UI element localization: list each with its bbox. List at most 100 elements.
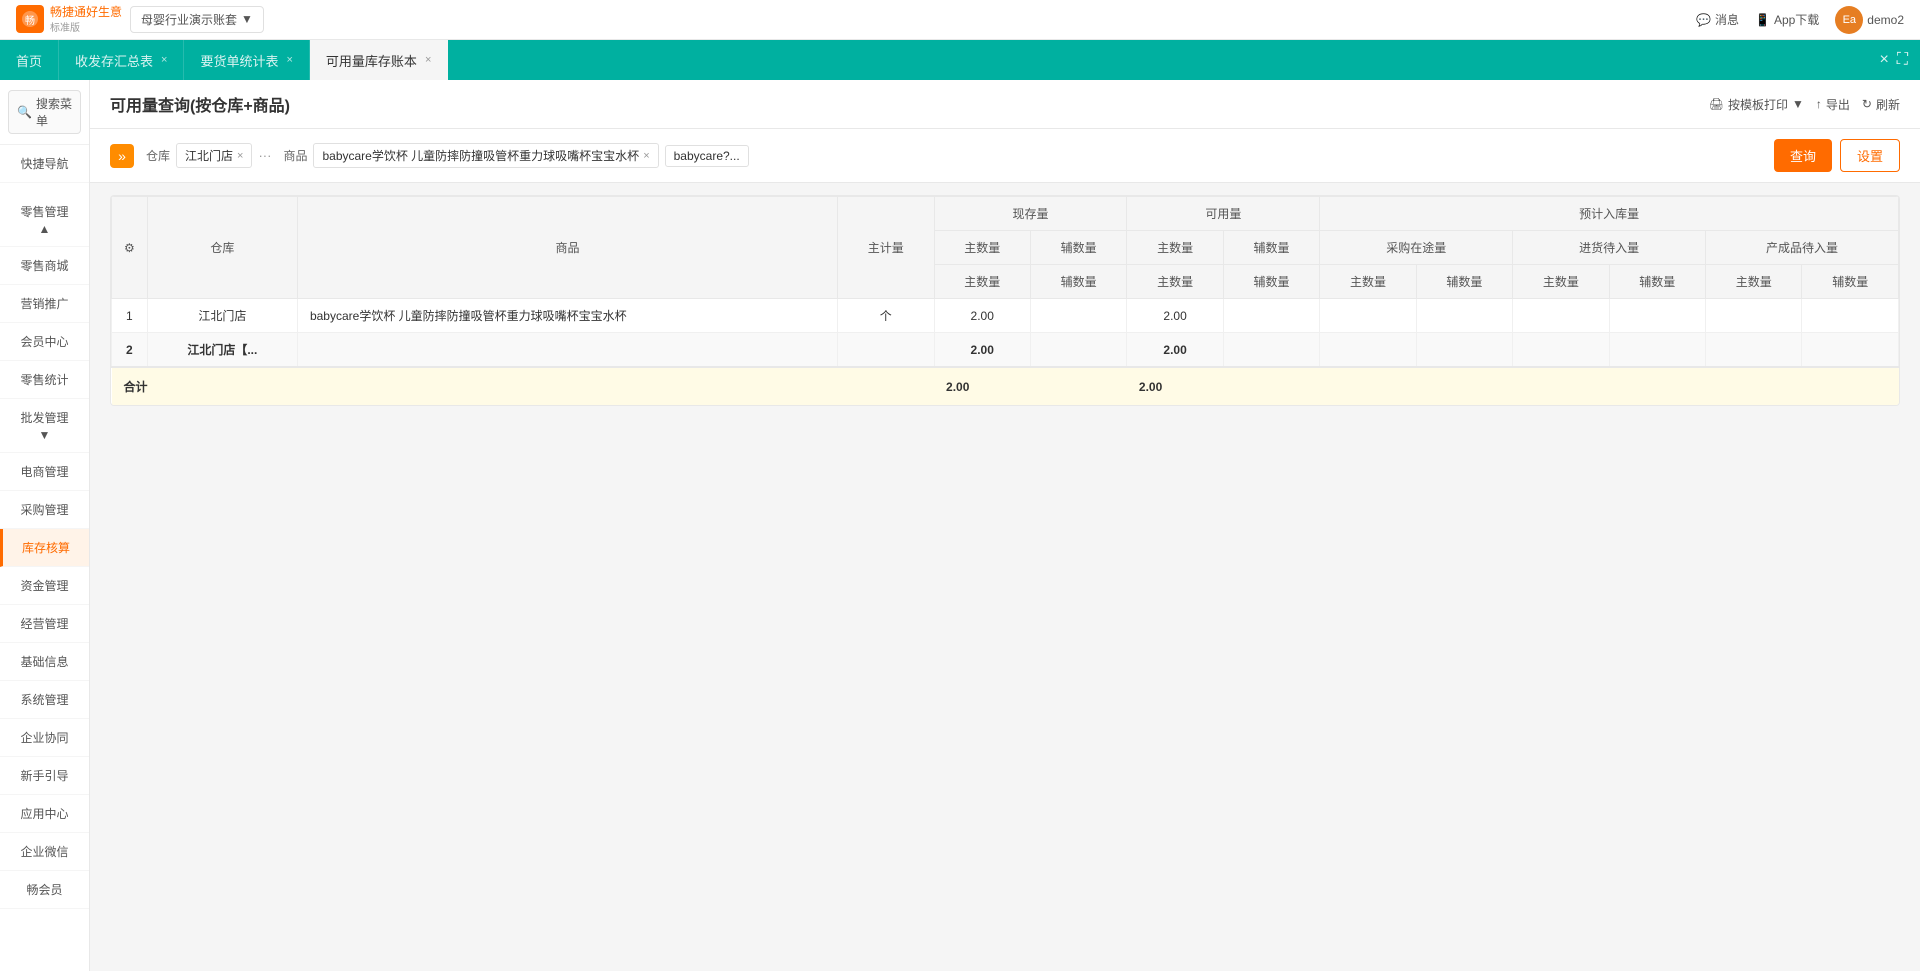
warehouse-filter-tag[interactable]: 江北门店 × [176,143,252,168]
sidebar-app-center-label: 应用中心 [20,805,68,822]
sidebar-item-quick-nav[interactable]: 快捷导航 [0,145,89,183]
row1-pu-main [1320,299,1416,333]
table-container: ⚙ 仓库 商品 主计量 现存量 [110,195,1900,406]
industry-selector[interactable]: 母婴行业演示账套 ▼ [130,6,264,33]
filter-bar: » 仓库 江北门店 × ··· 商品 babycare学饮杯 儿童防摔防撞吸管杯… [90,129,1920,183]
sidebar-newbie-label: 新手引导 [20,767,68,784]
sidebar-item-inventory[interactable]: 库存核算 [0,529,89,567]
th-available-group: 可用量 [1127,197,1320,231]
sidebar-enterprise-collab-label: 企业协同 [20,729,68,746]
user-area[interactable]: Ea demo2 [1835,6,1904,34]
warehouse-more[interactable]: ··· [258,148,271,163]
sidebar-search-area: 🔍 搜索菜单 [0,80,89,145]
query-button[interactable]: 查询 [1774,139,1832,172]
row1-pu-aux [1416,299,1512,333]
sidebar-item-member[interactable]: 畅会员 [0,871,89,909]
th-in-main: 主数量 [1513,265,1609,299]
search-menu-label: 搜索菜单 [36,95,72,129]
product-tag1-close[interactable]: × [643,150,649,162]
export-button[interactable]: ↑ 导出 [1816,96,1850,113]
product-filter-tag1[interactable]: babycare学饮杯 儿童防摔防撞吸管杯重力球吸嘴杯宝宝水杯 × [313,143,658,168]
sidebar-item-marketing[interactable]: 营销推广 [0,285,89,323]
nav-actions: × ⛶ [1867,40,1920,80]
th-settings[interactable]: ⚙ [112,197,148,299]
product-filter-tag2[interactable]: babycare?... [665,145,749,167]
sidebar-item-members[interactable]: 会员中心 [0,323,89,361]
sidebar-section-retail [0,183,89,193]
product-filter-group: 商品 babycare学饮杯 儿童防摔防撞吸管杯重力球吸嘴杯宝宝水杯 × bab… [283,143,748,168]
tab-available-label: 可用量库存账本 [326,51,417,70]
sidebar-item-ecommerce[interactable]: 电商管理 [0,453,89,491]
tab-home[interactable]: 首页 [0,40,59,80]
row2-pr-aux [1802,333,1899,368]
filter-action-area: 查询 设置 [1774,139,1900,172]
tab-receipt-summary[interactable]: 收发存汇总表 × [59,40,184,80]
row2-product [297,333,837,368]
filter-expand-button[interactable]: » [110,144,134,168]
sidebar-purchase-label: 采购管理 [20,501,68,518]
nav-spacer [448,40,1867,80]
page-title: 可用量查询(按仓库+商品) [110,92,290,116]
sidebar-item-operations[interactable]: 经营管理 [0,605,89,643]
sidebar-item-system[interactable]: 系统管理 [0,681,89,719]
sidebar-item-purchase[interactable]: 采购管理 [0,491,89,529]
main-layout: 🔍 搜索菜单 快捷导航 零售管理 ▲ 零售商城 营销推广 会员中心 零售统计 批… [0,80,1920,971]
message-button[interactable]: 💬 消息 [1696,11,1739,28]
close-window-button[interactable]: × [1879,51,1888,69]
sidebar-system-label: 系统管理 [20,691,68,708]
warehouse-filter-label: 仓库 [146,147,170,164]
row2-pu-main [1320,333,1416,368]
row1-avail-main: 2.00 [1127,299,1223,333]
gear-icon: ⚙ [124,241,135,255]
sidebar-inventory-label: 库存核算 [22,539,70,556]
sidebar-basics-label: 基础信息 [20,653,68,670]
th-available-aux: 辅数量 [1223,231,1319,265]
sidebar-item-app-center[interactable]: 应用中心 [0,795,89,833]
sidebar-item-wholesale[interactable]: 批发管理 ▼ [0,399,89,453]
avatar: Ea [1835,6,1863,34]
sidebar-item-retail-mgmt[interactable]: 零售管理 ▲ [0,193,89,247]
th-in-aux: 辅数量 [1609,265,1705,299]
total-row: 合计 2.00 2.00 [112,367,1899,405]
sidebar-wholesale-label: 批发管理 [20,409,68,426]
sidebar-item-basics[interactable]: 基础信息 [0,643,89,681]
th-available-main: 主数量 [1127,231,1223,265]
logo-text: 畅捷通好生意 [50,5,122,19]
sidebar-item-retail-stats[interactable]: 零售统计 [0,361,89,399]
export-icon: ↑ [1816,97,1822,111]
sidebar-quick-nav-label: 快捷导航 [20,155,68,172]
th-stock-aux: 辅数量 [1030,231,1126,265]
chevron-icon: ▲ [39,222,51,236]
tab-order-stats[interactable]: 要货单统计表 × [184,40,309,80]
sidebar-item-newbie[interactable]: 新手引导 [0,757,89,795]
logo-icon: 畅 [16,5,44,33]
sidebar-item-finance[interactable]: 资金管理 [0,567,89,605]
chevron-down-icon: ▼ [39,428,51,442]
app-download-button[interactable]: 📱 App下载 [1755,11,1819,28]
svg-text:畅: 畅 [25,14,35,27]
sidebar-enterprise-wechat-label: 企业微信 [20,843,68,860]
tab-available-inventory[interactable]: 可用量库存账本 × [310,40,448,80]
inventory-table: ⚙ 仓库 商品 主计量 现存量 [111,196,1899,405]
sidebar-item-retail-mall[interactable]: 零售商城 [0,247,89,285]
tab-order-label: 要货单统计表 [200,51,278,70]
th-forecast-group: 预计入库量 [1320,197,1899,231]
search-menu-button[interactable]: 🔍 搜索菜单 [8,90,81,134]
sidebar-item-enterprise-wechat[interactable]: 企业微信 [0,833,89,871]
sidebar-member-label: 畅会员 [26,881,62,898]
settings-button[interactable]: 设置 [1840,139,1900,172]
refresh-button[interactable]: ↻ 刷新 [1862,96,1900,113]
content-area: 可用量查询(按仓库+商品) 🖨 按模板打印 ▼ ↑ 导出 ↻ 刷新 [90,80,1920,971]
tab-receipt-close[interactable]: × [161,54,167,66]
tab-order-close[interactable]: × [286,54,292,66]
download-icon: 📱 [1755,13,1770,27]
warehouse-tag-close[interactable]: × [237,150,243,162]
fullscreen-button[interactable]: ⛶ [1897,51,1908,69]
tab-available-close[interactable]: × [425,54,431,66]
print-button[interactable]: 🖨 按模板打印 ▼ [1709,96,1804,113]
row2-avail-aux [1223,333,1319,368]
message-icon: 💬 [1696,13,1711,27]
sidebar-operations-label: 经营管理 [20,615,68,632]
refresh-icon: ↻ [1862,97,1872,111]
sidebar-item-enterprise-collab[interactable]: 企业协同 [0,719,89,757]
